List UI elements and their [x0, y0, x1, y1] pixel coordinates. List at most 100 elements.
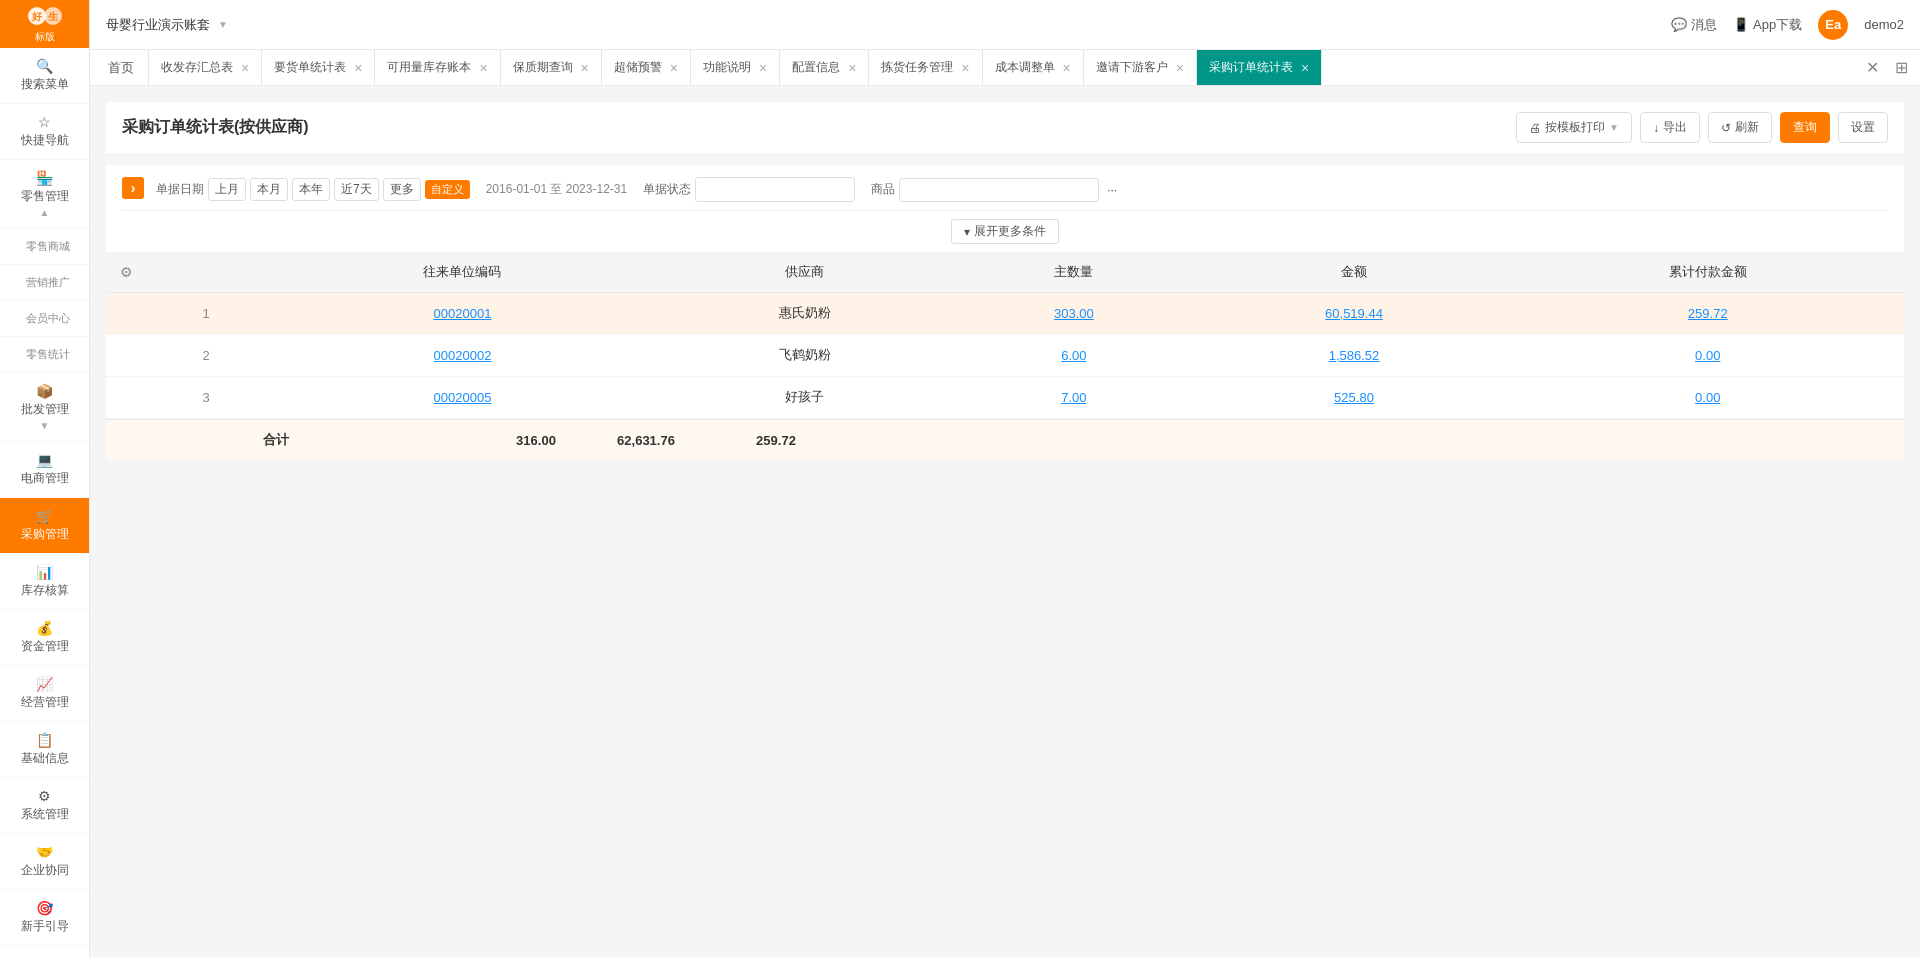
tab-close-overstock[interactable]: × — [670, 61, 678, 75]
wholesale-icon: 📦 — [36, 383, 53, 399]
sidebar-item-system[interactable]: ⚙ 系统管理 — [0, 778, 89, 834]
workspace-dropdown-icon[interactable]: ▼ — [218, 19, 228, 30]
btn-more-dates[interactable]: 更多 — [383, 178, 421, 201]
sidebar-item-search[interactable]: 🔍 搜索菜单 — [0, 48, 89, 104]
tab-close-config[interactable]: × — [848, 61, 856, 75]
user-name[interactable]: demo2 — [1864, 17, 1904, 32]
tab-close-function-desc[interactable]: × — [759, 61, 767, 75]
messages-btn[interactable]: 💬 消息 — [1671, 16, 1717, 34]
tab-close-available-inventory[interactable]: × — [479, 61, 487, 75]
tab-window-maximize[interactable]: ⊞ — [1887, 58, 1916, 77]
retail-stats-label: 零售统计 — [26, 347, 70, 362]
expand-conditions-btn[interactable]: ▾ 展开更多条件 — [951, 219, 1059, 244]
row2-amount[interactable]: 1,586.52 — [1197, 334, 1512, 376]
tab-window-close[interactable]: ✕ — [1858, 58, 1887, 77]
query-btn[interactable]: 查询 — [1780, 112, 1830, 143]
btn-this-month[interactable]: 本月 — [250, 178, 288, 201]
column-settings-icon[interactable]: ⚙ — [120, 264, 133, 280]
sidebar-item-inventory[interactable]: 📊 库存核算 — [0, 554, 89, 610]
tab-stock-summary-label: 收发存汇总表 — [161, 59, 233, 76]
tab-close-pick-task[interactable]: × — [961, 61, 969, 75]
btn-7days[interactable]: 近7天 — [334, 178, 379, 201]
row1-amount[interactable]: 60,519.44 — [1197, 292, 1512, 334]
sidebar-item-basics[interactable]: 📋 基础信息 — [0, 722, 89, 778]
btn-this-year[interactable]: 本年 — [292, 178, 330, 201]
row3-paid[interactable]: 0.00 — [1511, 376, 1904, 418]
tab-expiry[interactable]: 保质期查询 × — [501, 50, 602, 86]
row1-code[interactable]: 00020001 — [266, 292, 659, 334]
tab-order-stats[interactable]: 要货单统计表 × — [262, 50, 375, 86]
row3-quantity[interactable]: 7.00 — [951, 376, 1196, 418]
download-label: App下载 — [1753, 16, 1802, 34]
sidebar-item-appcenter[interactable]: ⊞ 应用中心 — [0, 946, 89, 957]
tab-close-cost-adjust[interactable]: × — [1063, 61, 1071, 75]
print-btn[interactable]: 🖨 按模板打印 ▼ — [1516, 112, 1632, 143]
th-amount: 金额 — [1197, 252, 1512, 292]
sidebar-item-wholesale[interactable]: 📦 批发管理 ▼ — [0, 373, 89, 442]
sidebar-shortcut-label: 快捷导航 — [21, 132, 69, 149]
filter-section: › 单据日期 上月 本月 本年 近7天 更多 自定义 2016-01-01 — [106, 165, 1904, 252]
ecommerce-icon: 💻 — [36, 452, 53, 468]
footer-quantity: 316.00 — [486, 433, 586, 448]
tab-cost-adjust[interactable]: 成本调整单 × — [983, 50, 1084, 86]
sidebar-item-members[interactable]: 会员中心 — [0, 301, 89, 337]
tab-close-stock-summary[interactable]: × — [241, 61, 249, 75]
th-quantity-label: 主数量 — [1054, 264, 1093, 279]
tab-pick-task[interactable]: 拣货任务管理 × — [869, 50, 982, 86]
row2-index: 2 — [146, 334, 266, 376]
purchase-icon: 🛒 — [36, 508, 53, 524]
row2-quantity[interactable]: 6.00 — [951, 334, 1196, 376]
tab-close-expiry[interactable]: × — [581, 61, 589, 75]
retail-shop-label: 零售商城 — [26, 239, 70, 254]
sidebar-item-finance[interactable]: 💰 资金管理 — [0, 610, 89, 666]
tab-close-purchase-order-stats[interactable]: × — [1301, 61, 1309, 75]
row1-quantity[interactable]: 303.00 — [951, 292, 1196, 334]
filter-toggle-btn[interactable]: › — [122, 177, 144, 199]
row2-paid[interactable]: 0.00 — [1511, 334, 1904, 376]
tab-available-inventory[interactable]: 可用量库存账本 × — [375, 50, 500, 86]
avatar[interactable]: Ea — [1818, 10, 1848, 40]
tab-invite-customer[interactable]: 邀请下游客户 × — [1084, 50, 1197, 86]
th-amount-label: 金额 — [1341, 264, 1367, 279]
sidebar-item-retail-shop[interactable]: 零售商城 — [0, 229, 89, 265]
custom-date-badge[interactable]: 自定义 — [425, 180, 470, 199]
refresh-btn[interactable]: ↺ 刷新 — [1708, 112, 1772, 143]
finance-icon: 💰 — [36, 620, 53, 636]
tab-purchase-order-stats-label: 采购订单统计表 — [1209, 59, 1293, 76]
tab-stock-summary[interactable]: 收发存汇总表 × — [149, 50, 262, 86]
app-download-btn[interactable]: 📱 App下载 — [1733, 16, 1802, 34]
row3-amount[interactable]: 525.80 — [1197, 376, 1512, 418]
status-select[interactable] — [695, 177, 855, 202]
sidebar-item-operations[interactable]: 📈 经营管理 — [0, 666, 89, 722]
row2-code[interactable]: 00020002 — [266, 334, 659, 376]
goods-input[interactable] — [899, 178, 1099, 202]
tab-close-order-stats[interactable]: × — [354, 61, 362, 75]
sidebar-item-retail[interactable]: 🏪 零售管理 ▲ — [0, 160, 89, 229]
more-options-icon[interactable]: ··· — [1107, 183, 1117, 197]
btn-last-month[interactable]: 上月 — [208, 178, 246, 201]
sidebar-item-shortcut[interactable]: ☆ 快捷导航 — [0, 104, 89, 160]
tab-function-desc-label: 功能说明 — [703, 59, 751, 76]
print-icon: 🖨 — [1529, 121, 1541, 135]
tab-close-invite-customer[interactable]: × — [1176, 61, 1184, 75]
sidebar-item-collab[interactable]: 🤝 企业协同 — [0, 834, 89, 890]
tab-home[interactable]: 首页 — [94, 50, 149, 86]
export-btn[interactable]: ↓ 导出 — [1640, 112, 1700, 143]
sidebar-item-marketing[interactable]: 营销推广 — [0, 265, 89, 301]
settings-btn[interactable]: 设置 — [1838, 112, 1888, 143]
date-range: 2016-01-01 至 2023-12-31 — [486, 181, 627, 198]
tab-pick-task-label: 拣货任务管理 — [881, 59, 953, 76]
row1-paid[interactable]: 259.72 — [1511, 292, 1904, 334]
sidebar-item-guide[interactable]: 🎯 新手引导 — [0, 890, 89, 946]
sidebar-item-purchase[interactable]: 🛒 采购管理 — [0, 498, 89, 554]
row3-code[interactable]: 00020005 — [266, 376, 659, 418]
guide-label: 新手引导 — [21, 918, 69, 935]
tab-overstock[interactable]: 超储预警 × — [602, 50, 691, 86]
table-container: ⚙ 往来单位编码 供应商 主数量 — [106, 252, 1904, 461]
tab-function-desc[interactable]: 功能说明 × — [691, 50, 780, 86]
sidebar-item-retail-stats[interactable]: 零售统计 — [0, 337, 89, 373]
tab-purchase-order-stats[interactable]: 采购订单统计表 × — [1197, 50, 1322, 86]
avatar-text: Ea — [1825, 17, 1841, 32]
sidebar-item-ecommerce[interactable]: 💻 电商管理 — [0, 442, 89, 498]
tab-config[interactable]: 配置信息 × — [780, 50, 869, 86]
